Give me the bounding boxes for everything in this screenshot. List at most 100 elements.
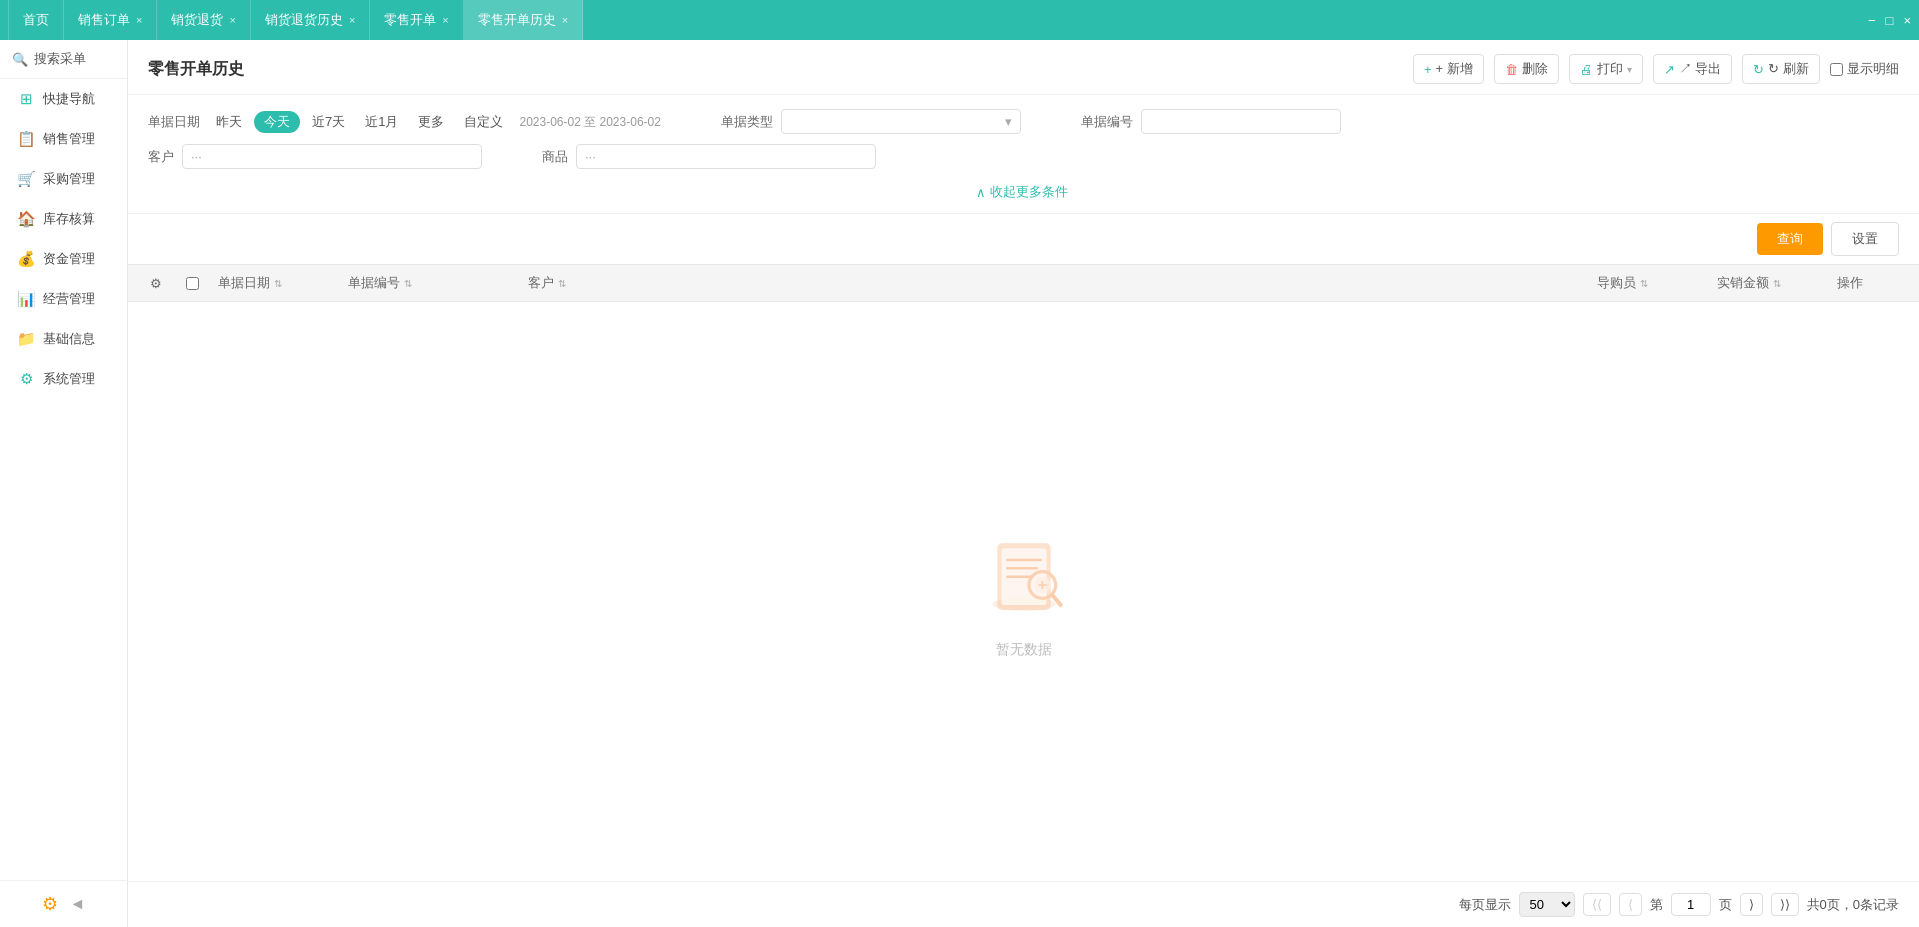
query-button[interactable]: 查询 [1757,223,1823,255]
tab-sales-return[interactable]: 销货退货 × [157,0,250,40]
date-options: 昨天 今天 近7天 近1月 更多 自定义 [208,111,511,133]
sidebar-item-inventory[interactable]: 🏠 库存核算 [0,199,127,239]
refresh-button[interactable]: ↻ ↻ 刷新 [1742,54,1820,84]
th-amount-label: 实销金额 [1717,274,1769,292]
page-title: 零售开单历史 [148,59,244,80]
th-checkbox[interactable] [174,277,210,290]
close-retail-open-icon[interactable]: × [442,14,448,26]
total-info: 共0页，0条记录 [1807,896,1899,914]
page-label-text: 第 [1650,896,1663,914]
delete-label: 删除 [1522,60,1548,78]
basic-info-icon: 📁 [17,330,35,348]
th-customer-sort-icon: ⇅ [558,278,566,289]
date-opt-yesterday[interactable]: 昨天 [208,111,250,133]
th-customer[interactable]: 客户 ⇅ [520,274,1589,292]
sidebar-item-operation-label: 经营管理 [43,290,95,308]
doc-type-arrow-icon: ▾ [1005,114,1012,129]
tab-sales-return-history-label: 销货退货历史 [265,11,343,29]
add-button[interactable]: + + 新增 [1413,54,1484,84]
empty-text: 暂无数据 [996,641,1052,659]
display-details-checkbox[interactable] [1830,63,1843,76]
page-size-select[interactable]: 50 10 20 100 [1519,892,1575,917]
display-details-label: 显示明细 [1847,60,1899,78]
th-docnum[interactable]: 单据编号 ⇅ [340,274,520,292]
page-header: 零售开单历史 + + 新增 🗑 删除 🖨 打印 ▾ ↗ ↗ 导出 [128,40,1919,95]
system-icon: ⚙ [17,370,35,388]
customer-input[interactable]: ··· [182,144,482,169]
date-opt-today[interactable]: 今天 [254,111,300,133]
th-date-label: 单据日期 [218,274,270,292]
select-all-checkbox[interactable] [186,277,199,290]
date-opt-last-month[interactable]: 近1月 [357,111,406,133]
per-page-label: 每页显示 [1459,896,1511,914]
page-prev-button[interactable]: ⟨ [1619,893,1642,916]
th-date[interactable]: 单据日期 ⇅ [210,274,340,292]
export-label: ↗ 导出 [1679,60,1722,78]
collapse-filter-row[interactable]: ∧ 收起更多条件 [148,179,1899,205]
print-button[interactable]: 🖨 打印 ▾ [1569,54,1643,84]
doc-type-label: 单据类型 [721,113,773,131]
date-opt-more[interactable]: 更多 [410,111,452,133]
print-icon: 🖨 [1580,62,1593,77]
sidebar-item-sales-mgmt[interactable]: 📋 销售管理 [0,119,127,159]
product-input[interactable]: ··· [576,144,876,169]
tab-sales-return-history[interactable]: 销货退货历史 × [251,0,370,40]
tab-home[interactable]: 首页 [8,0,64,40]
customer-placeholder: ··· [191,149,202,164]
export-button[interactable]: ↗ ↗ 导出 [1653,54,1733,84]
tab-retail-history-label: 零售开单历史 [478,11,556,29]
sidebar-item-quick-nav[interactable]: ⊞ 快捷导航 [0,79,127,119]
filter-row-1: 单据日期 昨天 今天 近7天 近1月 更多 自定义 2023-06-02 至 2… [148,109,1899,134]
setting-button[interactable]: 设置 [1831,222,1899,256]
close-retail-history-icon[interactable]: × [562,14,568,26]
page-last-button[interactable]: ⟩⟩ [1771,893,1799,916]
sidebar-item-purchase-mgmt[interactable]: 🛒 采购管理 [0,159,127,199]
collapse-label: 收起更多条件 [990,183,1068,201]
sidebar-item-finance[interactable]: 💰 资金管理 [0,239,127,279]
refresh-icon: ↻ [1753,62,1764,77]
sidebar-item-system[interactable]: ⚙ 系统管理 [0,359,127,399]
quick-nav-icon: ⊞ [17,90,35,108]
page-first-button[interactable]: ⟨⟨ [1583,893,1611,916]
tab-retail-history[interactable]: 零售开单历史 × [464,0,583,40]
page-number-input[interactable] [1671,893,1711,916]
close-sales-return-icon[interactable]: × [229,14,235,26]
th-customer-label: 客户 [528,274,554,292]
tab-sales-order[interactable]: 销售订单 × [64,0,157,40]
close-sales-return-history-icon[interactable]: × [349,14,355,26]
sidebar-item-basic-info[interactable]: 📁 基础信息 [0,319,127,359]
doc-num-input[interactable] [1141,109,1341,134]
page-next-button[interactable]: ⟩ [1740,893,1763,916]
gear-icon: ⚙ [150,276,162,291]
tab-retail-open-label: 零售开单 [384,11,436,29]
th-gear[interactable]: ⚙ [138,276,174,291]
action-row: 查询 设置 [128,214,1919,264]
purchase-mgmt-icon: 🛒 [17,170,35,188]
date-opt-last7[interactable]: 近7天 [304,111,353,133]
doc-type-select[interactable]: ▾ [781,109,1021,134]
sidebar: 🔍 搜索采单 ⊞ 快捷导航 📋 销售管理 🛒 采购管理 🏠 库存核算 💰 资金管… [0,40,128,927]
window-close-button[interactable]: × [1903,13,1911,28]
th-amount[interactable]: 实销金额 ⇅ [1709,274,1829,292]
sidebar-item-operation[interactable]: 📊 经营管理 [0,279,127,319]
window-min-button[interactable]: − [1868,13,1876,28]
date-filter-label: 单据日期 [148,113,200,131]
sidebar-settings-icon[interactable]: ⚙ [42,893,58,915]
doc-type-filter-group: 单据类型 ▾ [721,109,1021,134]
sidebar-collapse-icon[interactable]: ◄ [70,895,86,913]
close-sales-order-icon[interactable]: × [136,14,142,26]
th-guide[interactable]: 导购员 ⇅ [1589,274,1709,292]
display-details-toggle[interactable]: 显示明细 [1830,60,1899,78]
sidebar-item-system-label: 系统管理 [43,370,95,388]
sidebar-search-label: 搜索采单 [34,50,86,68]
tab-home-label: 首页 [23,11,49,29]
sidebar-search[interactable]: 🔍 搜索采单 [0,40,127,79]
finance-icon: 💰 [17,250,35,268]
th-ops-label: 操作 [1837,274,1863,292]
delete-icon: 🗑 [1505,62,1518,77]
sidebar-bottom: ⚙ ◄ [0,880,127,927]
tab-retail-open[interactable]: 零售开单 × [370,0,463,40]
date-opt-custom[interactable]: 自定义 [456,111,511,133]
window-max-button[interactable]: □ [1886,13,1894,28]
delete-button[interactable]: 🗑 删除 [1494,54,1559,84]
